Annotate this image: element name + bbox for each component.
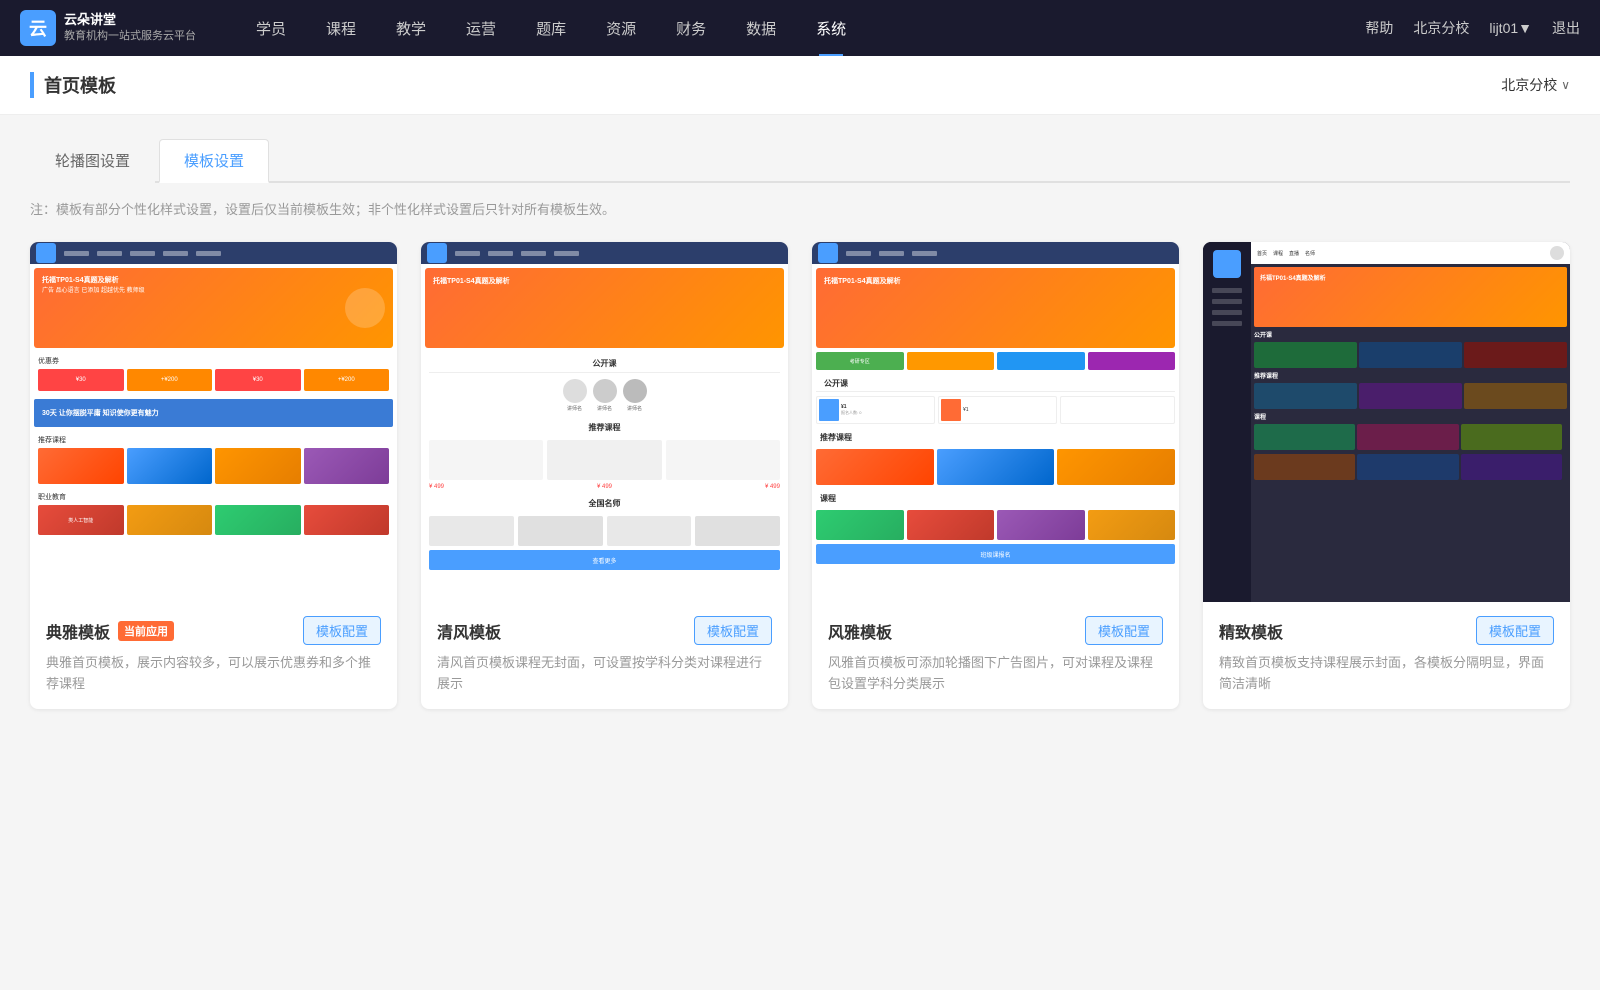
logo-icon: 云: [20, 10, 56, 46]
template-2-name: 清风模板: [437, 619, 501, 643]
nav-item-courses[interactable]: 课程: [306, 0, 376, 56]
template-preview-1[interactable]: 托福TP01-S4真题及解析广告 品心语言 已添加 超越优先 教师级 优惠券 ¥…: [30, 242, 397, 602]
chevron-down-icon: ∨: [1561, 78, 1570, 92]
templates-grid: 托福TP01-S4真题及解析广告 品心语言 已添加 超越优先 教师级 优惠券 ¥…: [30, 242, 1570, 709]
note-text: 注：模板有部分个性化样式设置，设置后仅当前模板生效；非个性化样式设置后只针对所有…: [30, 199, 1570, 218]
navbar: 云 云朵讲堂 教育机构一站式服务云平台 学员 课程 教学 运营 题库 资源 财务…: [0, 0, 1600, 56]
page-header: 首页模板 北京分校 ∨: [0, 56, 1600, 115]
template-preview-2[interactable]: 托福TP01-S4真题及解析 公开课 讲师名 讲师名: [421, 242, 788, 602]
nav-item-teaching[interactable]: 教学: [376, 0, 446, 56]
template-card-4: 首页 课程 直播 名师 托福TP01-S4真题及解析 公开课: [1203, 242, 1570, 709]
template-1-info: 典雅模板 当前应用 模板配置 典雅首页模板，展示内容较多，可以展示优惠券和多个推…: [30, 602, 397, 709]
template-preview-4[interactable]: 首页 课程 直播 名师 托福TP01-S4真题及解析 公开课: [1203, 242, 1570, 602]
template-preview-3[interactable]: 托福TP01-S4真题及解析 考研专区 公开课: [812, 242, 1179, 602]
branch-name: 北京分校: [1501, 75, 1557, 95]
page-title: 首页模板: [30, 72, 116, 98]
template-4-name: 精致模板: [1219, 619, 1283, 643]
template-3-name: 风雅模板: [828, 619, 892, 643]
nav-item-operations[interactable]: 运营: [446, 0, 516, 56]
template-card-1: 托福TP01-S4真题及解析广告 品心语言 已添加 超越优先 教师级 优惠券 ¥…: [30, 242, 397, 709]
template-4-desc: 精致首页模板支持课程展示封面，各模板分隔明显，界面简洁清晰: [1219, 653, 1554, 695]
template-3-desc: 风雅首页模板可添加轮播图下广告图片，可对课程及课程包设置学科分类展示: [828, 653, 1163, 695]
nav-item-finance[interactable]: 财务: [656, 0, 726, 56]
nav-item-data[interactable]: 数据: [726, 0, 796, 56]
page: 首页模板 北京分校 ∨ 轮播图设置 模板设置 注：模板有部分个性化样式设置，设置…: [0, 56, 1600, 990]
template-3-config-btn[interactable]: 模板配置: [1085, 616, 1163, 645]
template-2-config-btn[interactable]: 模板配置: [694, 616, 772, 645]
user-menu[interactable]: lijt01▼: [1489, 20, 1532, 36]
template-1-name: 典雅模板 当前应用: [46, 619, 174, 643]
tabs: 轮播图设置 模板设置: [30, 139, 1570, 183]
branch-selector[interactable]: 北京分校 ∨: [1501, 75, 1570, 95]
logo-text: 云朵讲堂 教育机构一站式服务云平台: [64, 12, 196, 43]
navbar-right: 帮助 北京分校 lijt01▼ 退出: [1365, 18, 1580, 38]
template-4-title-row: 精致模板 模板配置: [1219, 616, 1554, 645]
template-1-desc: 典雅首页模板，展示内容较多，可以展示优惠券和多个推荐课程: [46, 653, 381, 695]
branch-link[interactable]: 北京分校: [1413, 18, 1469, 38]
template-3-title-row: 风雅模板 模板配置: [828, 616, 1163, 645]
template-4-config-btn[interactable]: 模板配置: [1476, 616, 1554, 645]
nav-menu: 学员 课程 教学 运营 题库 资源 财务 数据 系统: [236, 0, 1365, 56]
template-card-2: 托福TP01-S4真题及解析 公开课 讲师名 讲师名: [421, 242, 788, 709]
nav-item-system[interactable]: 系统: [796, 0, 866, 56]
template-2-title-row: 清风模板 模板配置: [437, 616, 772, 645]
logout-link[interactable]: 退出: [1552, 18, 1580, 38]
current-badge-1: 当前应用: [118, 621, 174, 641]
logo[interactable]: 云 云朵讲堂 教育机构一站式服务云平台: [20, 10, 196, 46]
nav-item-questions[interactable]: 题库: [516, 0, 586, 56]
help-link[interactable]: 帮助: [1365, 18, 1393, 38]
template-card-3: 托福TP01-S4真题及解析 考研专区 公开课: [812, 242, 1179, 709]
tab-carousel[interactable]: 轮播图设置: [30, 139, 155, 183]
template-2-desc: 清风首页模板课程无封面，可设置按学科分类对课程进行展示: [437, 653, 772, 695]
page-content: 轮播图设置 模板设置 注：模板有部分个性化样式设置，设置后仅当前模板生效；非个性…: [0, 115, 1600, 733]
template-1-title-row: 典雅模板 当前应用 模板配置: [46, 616, 381, 645]
template-4-info: 精致模板 模板配置 精致首页模板支持课程展示封面，各模板分隔明显，界面简洁清晰: [1203, 602, 1570, 709]
template-1-config-btn[interactable]: 模板配置: [303, 616, 381, 645]
template-2-info: 清风模板 模板配置 清风首页模板课程无封面，可设置按学科分类对课程进行展示: [421, 602, 788, 709]
nav-item-students[interactable]: 学员: [236, 0, 306, 56]
tab-template[interactable]: 模板设置: [159, 139, 269, 183]
nav-item-resources[interactable]: 资源: [586, 0, 656, 56]
template-3-info: 风雅模板 模板配置 风雅首页模板可添加轮播图下广告图片，可对课程及课程包设置学科…: [812, 602, 1179, 709]
